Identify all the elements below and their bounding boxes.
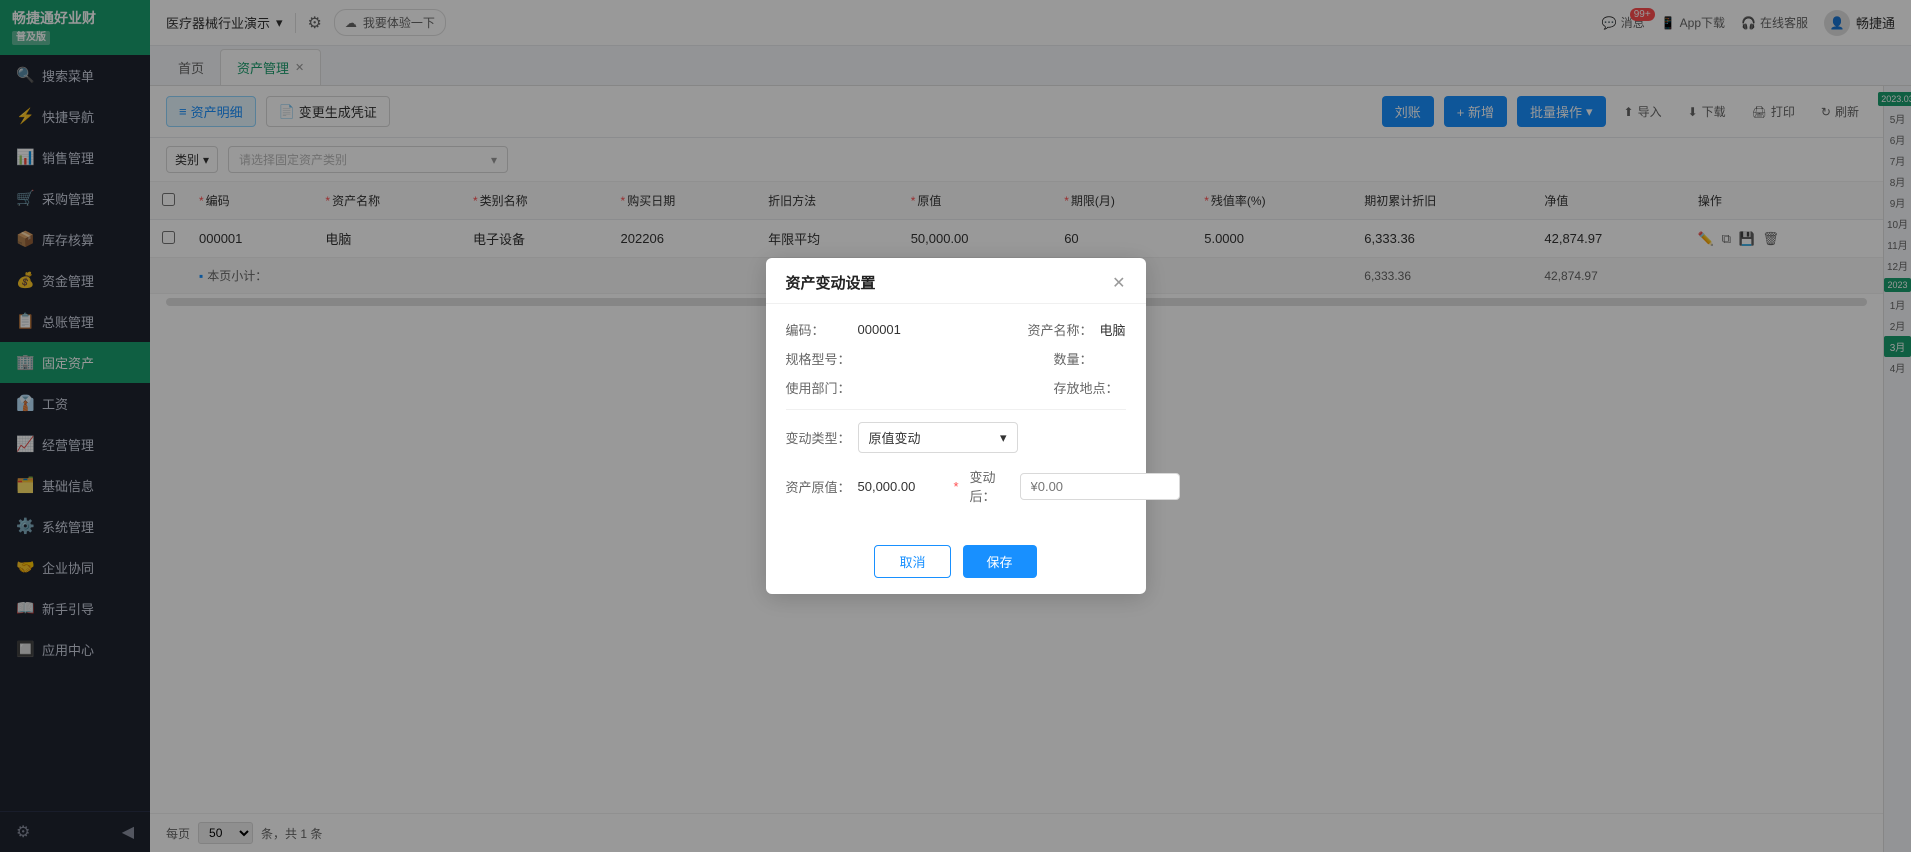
name-value: 电脑 bbox=[1099, 320, 1125, 339]
after-value-input[interactable] bbox=[1020, 473, 1180, 500]
modal-close-btn[interactable]: ✕ bbox=[1112, 273, 1125, 293]
after-label: 变动后： bbox=[970, 467, 1020, 505]
modal-footer: 取消 保存 bbox=[766, 535, 1146, 594]
change-type-row: 变动类型： 原值变动 ▾ bbox=[786, 422, 1126, 453]
asset-value-row: 资产原值： 50,000.00 * 变动后： bbox=[786, 467, 1126, 505]
code-label: 编码： bbox=[786, 320, 858, 339]
modal-overlay: 资产变动设置 ✕ 编码： 000001 资产名称： 电脑 规格型号： 数量： 使… bbox=[0, 0, 1911, 852]
location-label: 存放地点： bbox=[1054, 378, 1126, 397]
cancel-btn[interactable]: 取消 bbox=[874, 545, 950, 578]
modal-body: 编码： 000001 资产名称： 电脑 规格型号： 数量： 使用部门： 存放地点… bbox=[766, 304, 1146, 535]
modal-spec-row: 规格型号： 数量： bbox=[786, 349, 1126, 368]
asset-value: 50,000.00 bbox=[858, 479, 938, 494]
quantity-label: 数量： bbox=[1054, 349, 1126, 368]
after-required-mark: * bbox=[954, 479, 970, 494]
modal-divider bbox=[786, 409, 1126, 410]
code-value: 000001 bbox=[858, 322, 901, 337]
name-label: 资产名称： bbox=[1027, 320, 1099, 339]
modal-title: 资产变动设置 bbox=[786, 272, 876, 293]
change-type-dropdown-icon: ▾ bbox=[1000, 430, 1007, 446]
modal-code-row: 编码： 000001 资产名称： 电脑 bbox=[786, 320, 1126, 339]
change-type-label: 变动类型： bbox=[786, 428, 858, 447]
asset-change-modal: 资产变动设置 ✕ 编码： 000001 资产名称： 电脑 规格型号： 数量： 使… bbox=[766, 258, 1146, 594]
dept-label: 使用部门： bbox=[786, 378, 858, 397]
change-type-value: 原值变动 bbox=[869, 428, 921, 447]
spec-label: 规格型号： bbox=[786, 349, 858, 368]
save-btn[interactable]: 保存 bbox=[963, 545, 1037, 578]
asset-value-label: 资产原值： bbox=[786, 477, 858, 496]
modal-header: 资产变动设置 ✕ bbox=[766, 258, 1146, 304]
change-type-select[interactable]: 原值变动 ▾ bbox=[858, 422, 1018, 453]
modal-dept-row: 使用部门： 存放地点： bbox=[786, 378, 1126, 397]
